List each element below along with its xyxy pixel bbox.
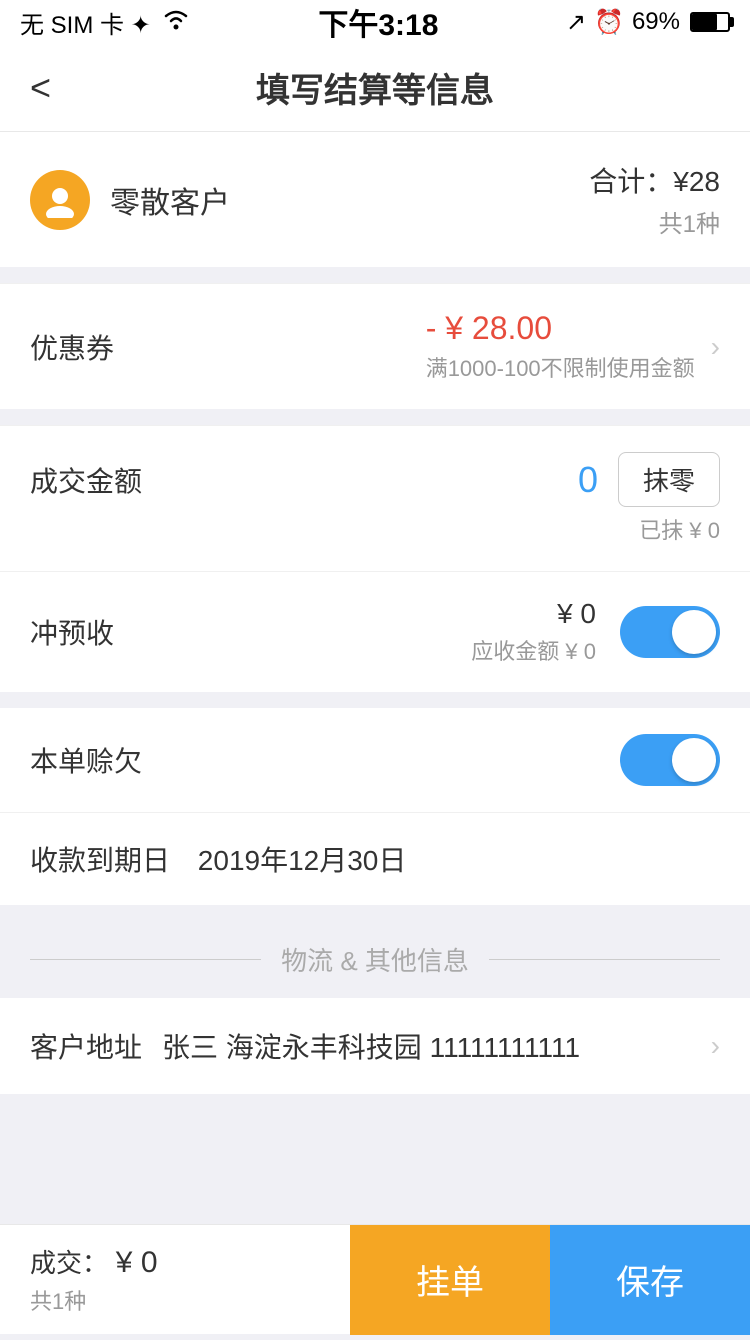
customer-section: 零散客户 合计：¥28 共1种 [0, 132, 750, 267]
logistics-line-right [489, 959, 720, 960]
bottom-deal-line: 成交： ¥ 0 [30, 1243, 320, 1280]
chevron-icon: › [711, 331, 720, 363]
status-right: ↗ ⏰ 69% [566, 8, 730, 37]
nav-bar: < 填写结算等信息 [0, 44, 750, 132]
bottom-count: 共1种 [30, 1284, 320, 1316]
customer-info: 零散客户 [30, 170, 230, 230]
due-date-label: 收款到期日 [30, 845, 170, 876]
location-icon: ↗ [566, 8, 586, 37]
due-date-row: 收款到期日 2019年12月30日 [0, 812, 750, 905]
deal-section: 成交金额 0 抹零 已抹 ¥ 0 冲预收 ¥ 0 应收金额 ¥ 0 [0, 425, 750, 692]
address-label: 客户地址 [30, 1026, 142, 1066]
debt-row: 本单赊欠 [0, 708, 750, 812]
customer-count: 共1种 [589, 204, 720, 239]
alarm-icon: ⏰ [594, 8, 624, 37]
prepay-row: 冲预收 ¥ 0 应收金额 ¥ 0 [0, 571, 750, 692]
back-button[interactable]: < [30, 67, 51, 109]
round-button[interactable]: 抹零 [618, 452, 720, 507]
customer-name: 零散客户 [110, 178, 230, 222]
due-date-value: 2019年12月30日 [198, 845, 407, 876]
status-left: 无 SIM 卡 ✦ [20, 5, 191, 40]
prepay-values: ¥ 0 应收金额 ¥ 0 [471, 598, 596, 666]
prepay-toggle[interactable] [620, 606, 720, 658]
deal-amount-row: 成交金额 0 抹零 已抹 ¥ 0 [0, 425, 750, 571]
coupon-row[interactable]: 优惠券 - ¥ 28.00 满1000-100不限制使用金额 › [0, 283, 750, 409]
bottom-deal-value: ¥ 0 [116, 1246, 158, 1279]
coupon-right: - ¥ 28.00 满1000-100不限制使用金额 › [426, 310, 720, 383]
time-display: 下午3:18 [318, 0, 438, 44]
content-area: 零散客户 合计：¥28 共1种 优惠券 - ¥ 28.00 满1000-100不… [0, 132, 750, 1340]
prepay-right: ¥ 0 应收金额 ¥ 0 [471, 598, 720, 666]
debt-toggle-knob [672, 738, 716, 782]
hang-button[interactable]: 挂单 [350, 1225, 550, 1335]
coupon-section[interactable]: 优惠券 - ¥ 28.00 满1000-100不限制使用金额 › [0, 283, 750, 409]
address-section[interactable]: 客户地址 张三 海淀永丰科技园 11111111111 › [0, 998, 750, 1094]
battery-icon [690, 12, 730, 32]
deal-amount-sub: 已抹 ¥ 0 [30, 513, 720, 545]
coupon-sub: 满1000-100不限制使用金额 [426, 351, 695, 383]
customer-row: 零散客户 合计：¥28 共1种 [0, 132, 750, 267]
address-value: 张三 海淀永丰科技园 11111111111 [162, 1026, 711, 1066]
avatar [30, 170, 90, 230]
deal-amount-top: 成交金额 0 抹零 [30, 452, 720, 507]
logistics-title: 物流 & 其他信息 [281, 941, 469, 978]
customer-summary: 合计：¥28 共1种 [589, 160, 720, 239]
prepay-sub: 应收金额 ¥ 0 [471, 634, 596, 666]
logistics-title-wrap: 物流 & 其他信息 [30, 941, 720, 978]
coupon-discount: - ¥ 28.00 [426, 310, 695, 347]
deal-amount-label: 成交金额 [30, 460, 142, 500]
page-title: 填写结算等信息 [256, 63, 494, 112]
bottom-left: 成交： ¥ 0 共1种 [0, 1243, 350, 1316]
logistics-line-left [30, 959, 261, 960]
debt-section: 本单赊欠 收款到期日 2019年12月30日 [0, 708, 750, 905]
status-bar: 无 SIM 卡 ✦ 下午3:18 ↗ ⏰ 69% [0, 0, 750, 44]
bottom-bar: 成交： ¥ 0 共1种 挂单 保存 [0, 1224, 750, 1334]
deal-amount-value[interactable]: 0 [578, 459, 598, 501]
battery-percent: 69% [632, 8, 680, 36]
debt-label: 本单赊欠 [30, 740, 142, 780]
wifi-icon [161, 8, 191, 37]
toggle-knob [672, 610, 716, 654]
prepay-amount: ¥ 0 [471, 598, 596, 630]
prepay-label: 冲预收 [30, 612, 114, 652]
address-chevron-icon: › [711, 1030, 720, 1062]
bottom-deal-label: 成交： [30, 1248, 108, 1278]
address-row[interactable]: 客户地址 张三 海淀永丰科技园 11111111111 › [0, 998, 750, 1094]
debt-toggle[interactable] [620, 734, 720, 786]
logistics-header: 物流 & 其他信息 [0, 921, 750, 998]
customer-total: 合计：¥28 [589, 160, 720, 200]
coupon-label: 优惠券 [30, 327, 114, 367]
sim-status: 无 SIM 卡 ✦ [20, 5, 151, 40]
save-button[interactable]: 保存 [550, 1225, 750, 1335]
